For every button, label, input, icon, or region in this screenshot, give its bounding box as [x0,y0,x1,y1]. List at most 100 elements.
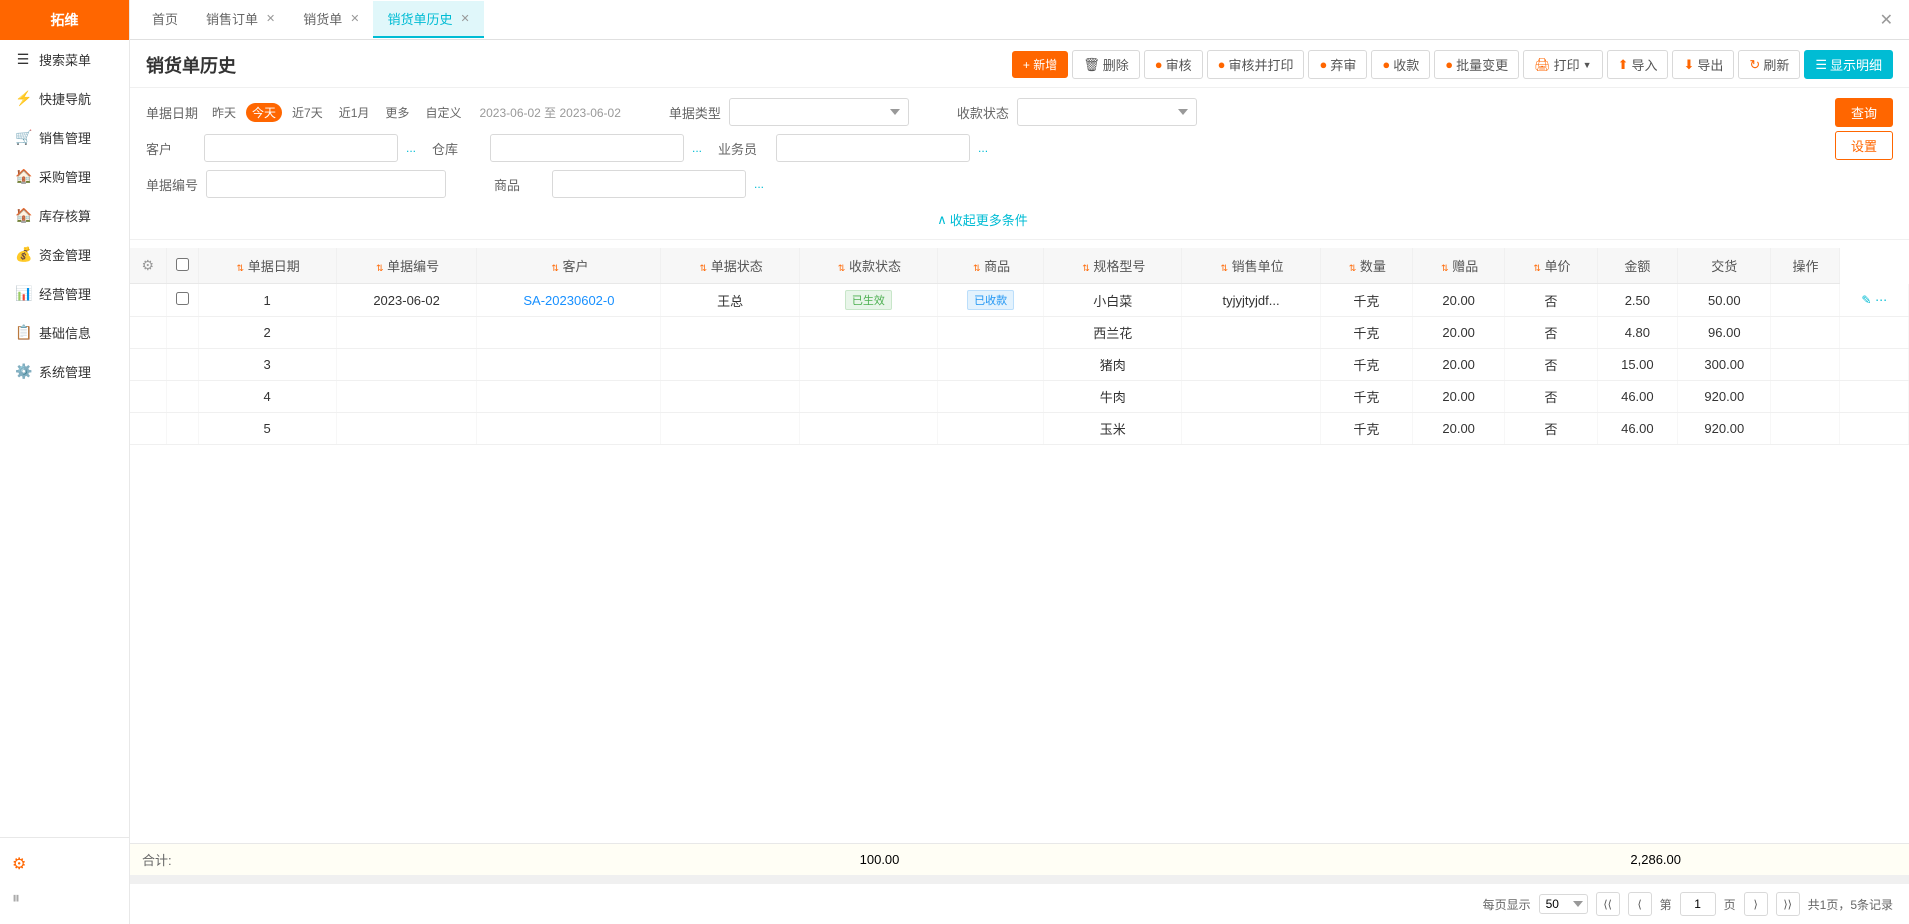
th-unit-price[interactable]: ⇅ 单价 [1505,248,1597,284]
date-tag-yesterday[interactable]: 昨天 [206,103,242,122]
td-checkbox[interactable] [166,317,198,349]
more-action-link[interactable]: ⋯ [1875,293,1887,307]
tab-close-sales-goods[interactable]: ✕ [350,12,359,25]
tab-sales-goods[interactable]: 销货单 ✕ [289,1,373,38]
date-tag-7days[interactable]: 近7天 [286,103,329,122]
th-settings[interactable]: ⚙ [130,248,166,284]
collapse-button[interactable]: ∧ 收起更多条件 [937,210,1028,229]
table-row: 3 猪肉 千克 20.00 否 15.00 300.00 [130,349,1909,381]
warehouse-input[interactable] [490,134,684,162]
date-tag-1month[interactable]: 近1月 [333,103,376,122]
td-doc-no[interactable]: SA-20230602-0 [477,284,661,317]
th-customer[interactable]: ⇅ 客户 [477,248,661,284]
sidebar-item-inventory-calc[interactable]: 🏠 库存核算 [0,196,129,235]
sidebar-bottom-settings[interactable]: ⚙ [0,846,129,882]
close-all-tabs-button[interactable]: ✕ [1872,6,1901,34]
warehouse-ellipsis-button[interactable]: ... [692,141,702,155]
sidebar-bottom-toggle[interactable]: ⏸ [0,882,129,916]
td-spec [1182,381,1320,413]
th-checkbox[interactable] [166,248,198,284]
tab-close-sales-goods-history[interactable]: ✕ [461,12,470,25]
last-page-button[interactable]: ⟩⟩ [1776,892,1800,916]
first-page-button[interactable]: ⟨⟨ [1596,892,1620,916]
td-doc-no[interactable] [477,317,661,349]
date-tag-custom[interactable]: 自定义 [419,103,467,122]
th-unit[interactable]: ⇅ 销售单位 [1182,248,1320,284]
sidebar-item-label: 库存核算 [39,206,91,225]
sidebar-item-sales-mgmt[interactable]: 🛒 销售管理 [0,118,129,157]
tab-home[interactable]: 首页 [138,1,192,38]
th-doc-status[interactable]: ⇅ 单据状态 [661,248,799,284]
customer-ellipsis-button[interactable]: ... [406,141,416,155]
td-collect-status [938,381,1044,413]
th-doc-no[interactable]: ⇅ 单据编号 [336,248,477,284]
select-all-checkbox[interactable] [176,258,189,271]
next-page-button[interactable]: ⟩ [1744,892,1768,916]
filter-row-3: 单据编号 商品 ... [146,170,1819,198]
td-doc-no[interactable] [477,381,661,413]
sidebar-item-operation-mgmt[interactable]: 📊 经营管理 [0,274,129,313]
date-tag-more[interactable]: 更多 [379,103,415,122]
prev-page-button[interactable]: ⟨ [1628,892,1652,916]
export-button[interactable]: ⬇ 导出 [1672,50,1734,79]
th-gift[interactable]: ⇅ 赠品 [1413,248,1505,284]
th-goods[interactable]: ⇅ 商品 [938,248,1044,284]
page-size-select[interactable]: 50 10 20 100 [1539,894,1588,914]
doc-type-select[interactable] [729,98,909,126]
audit-button[interactable]: ● 审核 [1144,50,1203,79]
th-spec[interactable]: ⇅ 规格型号 [1044,248,1182,284]
sort-icon: ⇅ [237,263,245,273]
sidebar-item-system-mgmt[interactable]: ⚙️ 系统管理 [0,352,129,391]
collect-status-select[interactable] [1017,98,1197,126]
th-collect-status[interactable]: ⇅ 收款状态 [799,248,937,284]
sidebar-item-purchase-mgmt[interactable]: 🏠 采购管理 [0,157,129,196]
table-settings-icon[interactable]: ⚙ [141,257,154,273]
operation-mgmt-icon: 📊 [15,285,31,302]
customer-input[interactable] [204,134,398,162]
td-checkbox[interactable] [166,349,198,381]
td-checkbox[interactable] [166,381,198,413]
print-button[interactable]: 🖨 打印 ▼ [1523,50,1602,79]
audit-print-button[interactable]: ● 审核并打印 [1207,50,1305,79]
goods-ellipsis-button[interactable]: ... [754,177,764,191]
sidebar-item-finance-mgmt[interactable]: 💰 资金管理 [0,235,129,274]
edit-action-link[interactable]: ✎ [1861,293,1871,307]
th-amount[interactable]: 金额 [1597,248,1678,284]
horizontal-scrollbar[interactable] [130,875,1909,883]
show-details-button[interactable]: ☰ 显示明细 [1804,50,1893,79]
td-doc-no[interactable] [477,349,661,381]
td-qty: 20.00 [1413,349,1505,381]
sidebar-item-search-menu[interactable]: ☰ 搜索菜单 [0,40,129,79]
th-qty[interactable]: ⇅ 数量 [1320,248,1412,284]
abandon-button[interactable]: ● 弃审 [1308,50,1367,79]
td-checkbox[interactable] [166,284,198,317]
th-date[interactable]: ⇅ 单据日期 [198,248,336,284]
query-button[interactable]: 查询 [1835,98,1893,127]
sidebar-item-basic-info[interactable]: 📋 基础信息 [0,313,129,352]
row-checkbox[interactable] [176,292,189,305]
doc-no-input[interactable] [206,170,446,198]
td-customer [661,317,799,349]
sidebar-item-quick-nav[interactable]: ⚡ 快捷导航 [0,79,129,118]
tab-sales-goods-history[interactable]: 销货单历史 ✕ [373,1,483,38]
new-button[interactable]: + 新增 [1012,51,1068,78]
salesperson-ellipsis-button[interactable]: ... [978,141,988,155]
total-info: 共1页，5条记录 [1808,896,1893,913]
goods-input[interactable] [552,170,746,198]
salesperson-input[interactable] [776,134,970,162]
refresh-button[interactable]: ↻ 刷新 [1738,50,1800,79]
td-transaction [1771,317,1840,349]
batch-change-button[interactable]: ● 批量变更 [1434,50,1519,79]
table-row: 5 玉米 千克 20.00 否 46.00 920.00 [130,413,1909,445]
filter-settings-button[interactable]: 设置 [1835,131,1893,160]
tab-close-sales-order[interactable]: ✕ [266,12,275,25]
date-tag-today[interactable]: 今天 [246,103,282,122]
filter-goods: 商品 ... [494,170,764,198]
import-button[interactable]: ⬆ 导入 [1607,50,1669,79]
td-checkbox[interactable] [166,413,198,445]
collect-button[interactable]: ● 收款 [1371,50,1430,79]
td-doc-no[interactable] [477,413,661,445]
page-number-input[interactable] [1680,892,1716,916]
tab-sales-order[interactable]: 销售订单 ✕ [192,1,289,38]
delete-button[interactable]: 🗑 删除 [1072,50,1140,79]
